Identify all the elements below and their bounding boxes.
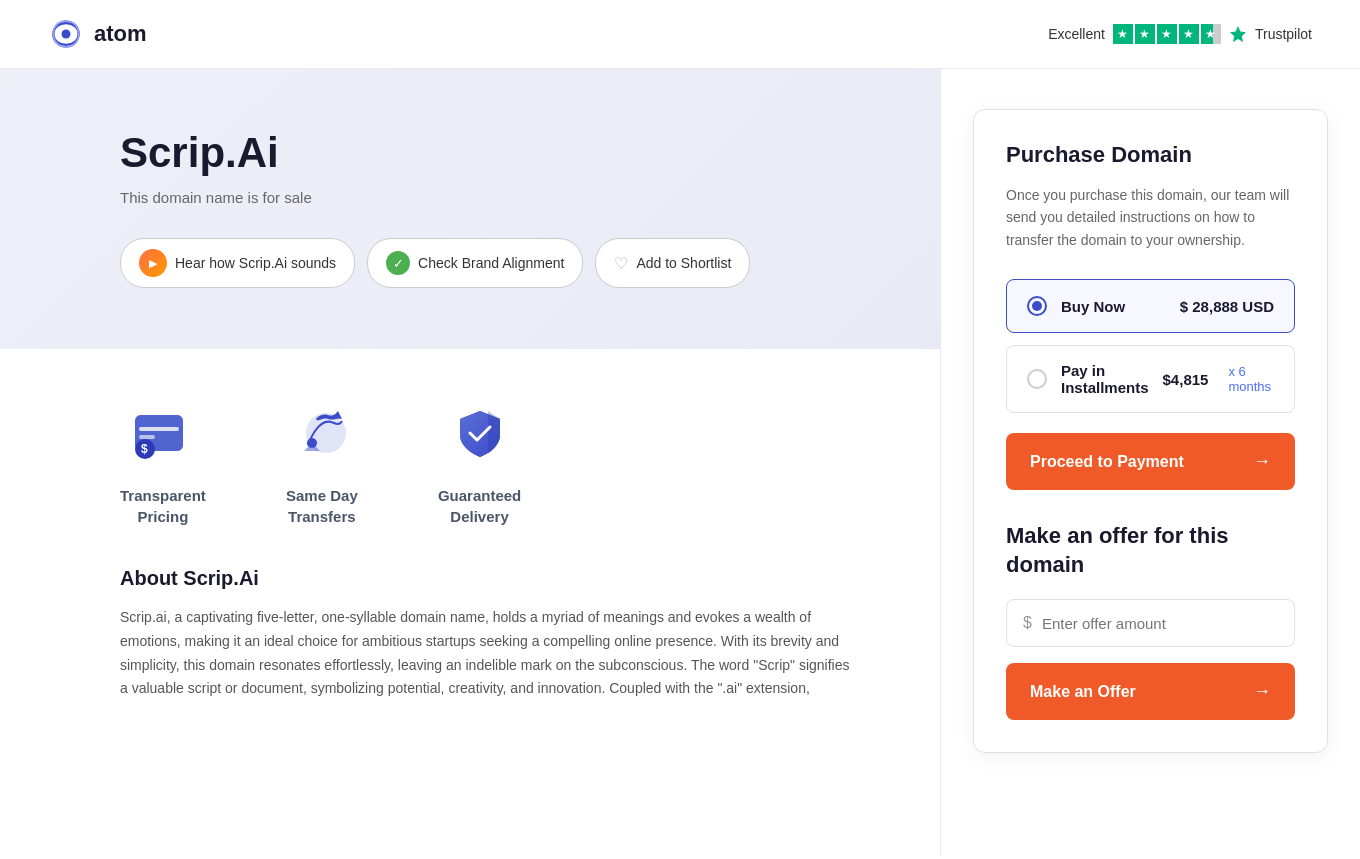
trustpilot-badge: Excellent ★ ★ ★ ★ ★ Trustpilot [1048, 24, 1312, 44]
check-brand-button[interactable]: ✓ Check Brand Alignment [367, 238, 583, 288]
hear-sounds-label: Hear how Scrip.Ai sounds [175, 255, 336, 271]
star-1: ★ [1113, 24, 1133, 44]
same-day-transfers-label: Same DayTransfers [286, 485, 358, 527]
atom-logo-icon [48, 16, 84, 52]
make-offer-label: Make an Offer [1030, 683, 1136, 701]
svg-rect-4 [139, 427, 179, 431]
proceed-label: Proceed to Payment [1030, 453, 1184, 471]
installments-radio [1027, 369, 1047, 389]
main-layout: Scrip.Ai This domain name is for sale ▶ … [0, 69, 1360, 855]
about-section: About Scrip.Ai Scrip.ai, a captivating f… [0, 567, 940, 741]
svg-rect-5 [139, 435, 155, 439]
proceed-arrow-icon: → [1253, 451, 1271, 472]
logo-text: atom [94, 21, 147, 47]
installments-note: x 6 months [1228, 364, 1274, 394]
offer-title: Make an offer for this domain [1006, 522, 1295, 579]
transparent-pricing-icon: $ [127, 397, 199, 469]
same-day-transfers-icon [286, 397, 358, 469]
svg-point-0 [62, 30, 71, 39]
feature-same-day-transfers: Same DayTransfers [286, 397, 358, 527]
feature-guaranteed-delivery: GuaranteedDelivery [438, 397, 521, 527]
proceed-to-payment-button[interactable]: Proceed to Payment → [1006, 433, 1295, 490]
features-section: $ TransparentPricing Same DayTransfer [0, 349, 940, 567]
trustpilot-label: Trustpilot [1255, 26, 1312, 42]
trustpilot-stars: ★ ★ ★ ★ ★ [1113, 24, 1221, 44]
header: atom Excellent ★ ★ ★ ★ ★ Trustpilot [0, 0, 1360, 69]
installments-option[interactable]: Pay in Installments $4,815 x 6 months [1006, 345, 1295, 413]
buy-now-radio-dot [1032, 301, 1042, 311]
about-text: Scrip.ai, a captivating five-letter, one… [120, 606, 860, 701]
add-shortlist-button[interactable]: ♡ Add to Shortlist [595, 238, 750, 288]
star-5: ★ [1201, 24, 1221, 44]
trustpilot-logo-icon [1229, 25, 1247, 43]
star-3: ★ [1157, 24, 1177, 44]
installments-label: Pay in Installments [1061, 362, 1149, 396]
check-brand-label: Check Brand Alignment [418, 255, 564, 271]
offer-input-wrapper: $ [1006, 599, 1295, 647]
domain-subtitle: This domain name is for sale [120, 189, 860, 206]
svg-text:$: $ [141, 442, 148, 456]
play-icon: ▶ [139, 249, 167, 277]
trustpilot-excellent: Excellent [1048, 26, 1105, 42]
purchase-desc: Once you purchase this domain, our team … [1006, 184, 1295, 251]
about-title: About Scrip.Ai [120, 567, 860, 590]
add-shortlist-label: Add to Shortlist [636, 255, 731, 271]
buy-now-label: Buy Now [1061, 298, 1166, 315]
make-offer-button[interactable]: Make an Offer → [1006, 663, 1295, 720]
make-offer-arrow-icon: → [1253, 681, 1271, 702]
svg-marker-1 [1230, 26, 1246, 42]
purchase-title: Purchase Domain [1006, 142, 1295, 168]
check-icon: ✓ [386, 251, 410, 275]
domain-title: Scrip.Ai [120, 129, 860, 177]
dollar-sign-icon: $ [1023, 614, 1032, 632]
offer-amount-input[interactable] [1042, 615, 1278, 632]
right-panel: Purchase Domain Once you purchase this d… [940, 69, 1360, 855]
hear-sounds-button[interactable]: ▶ Hear how Scrip.Ai sounds [120, 238, 355, 288]
guaranteed-delivery-icon [444, 397, 516, 469]
heart-icon: ♡ [614, 254, 628, 273]
hero-section: Scrip.Ai This domain name is for sale ▶ … [0, 69, 940, 349]
guaranteed-delivery-label: GuaranteedDelivery [438, 485, 521, 527]
buy-now-price: $ 28,888 USD [1180, 298, 1274, 315]
buy-now-radio [1027, 296, 1047, 316]
star-2: ★ [1135, 24, 1155, 44]
installments-price: $4,815 [1163, 371, 1209, 388]
action-buttons: ▶ Hear how Scrip.Ai sounds ✓ Check Brand… [120, 238, 860, 288]
star-4: ★ [1179, 24, 1199, 44]
purchase-card: Purchase Domain Once you purchase this d… [973, 109, 1328, 753]
feature-transparent-pricing: $ TransparentPricing [120, 397, 206, 527]
buy-now-option[interactable]: Buy Now $ 28,888 USD [1006, 279, 1295, 333]
logo: atom [48, 16, 147, 52]
transparent-pricing-label: TransparentPricing [120, 485, 206, 527]
left-content: Scrip.Ai This domain name is for sale ▶ … [0, 69, 940, 855]
